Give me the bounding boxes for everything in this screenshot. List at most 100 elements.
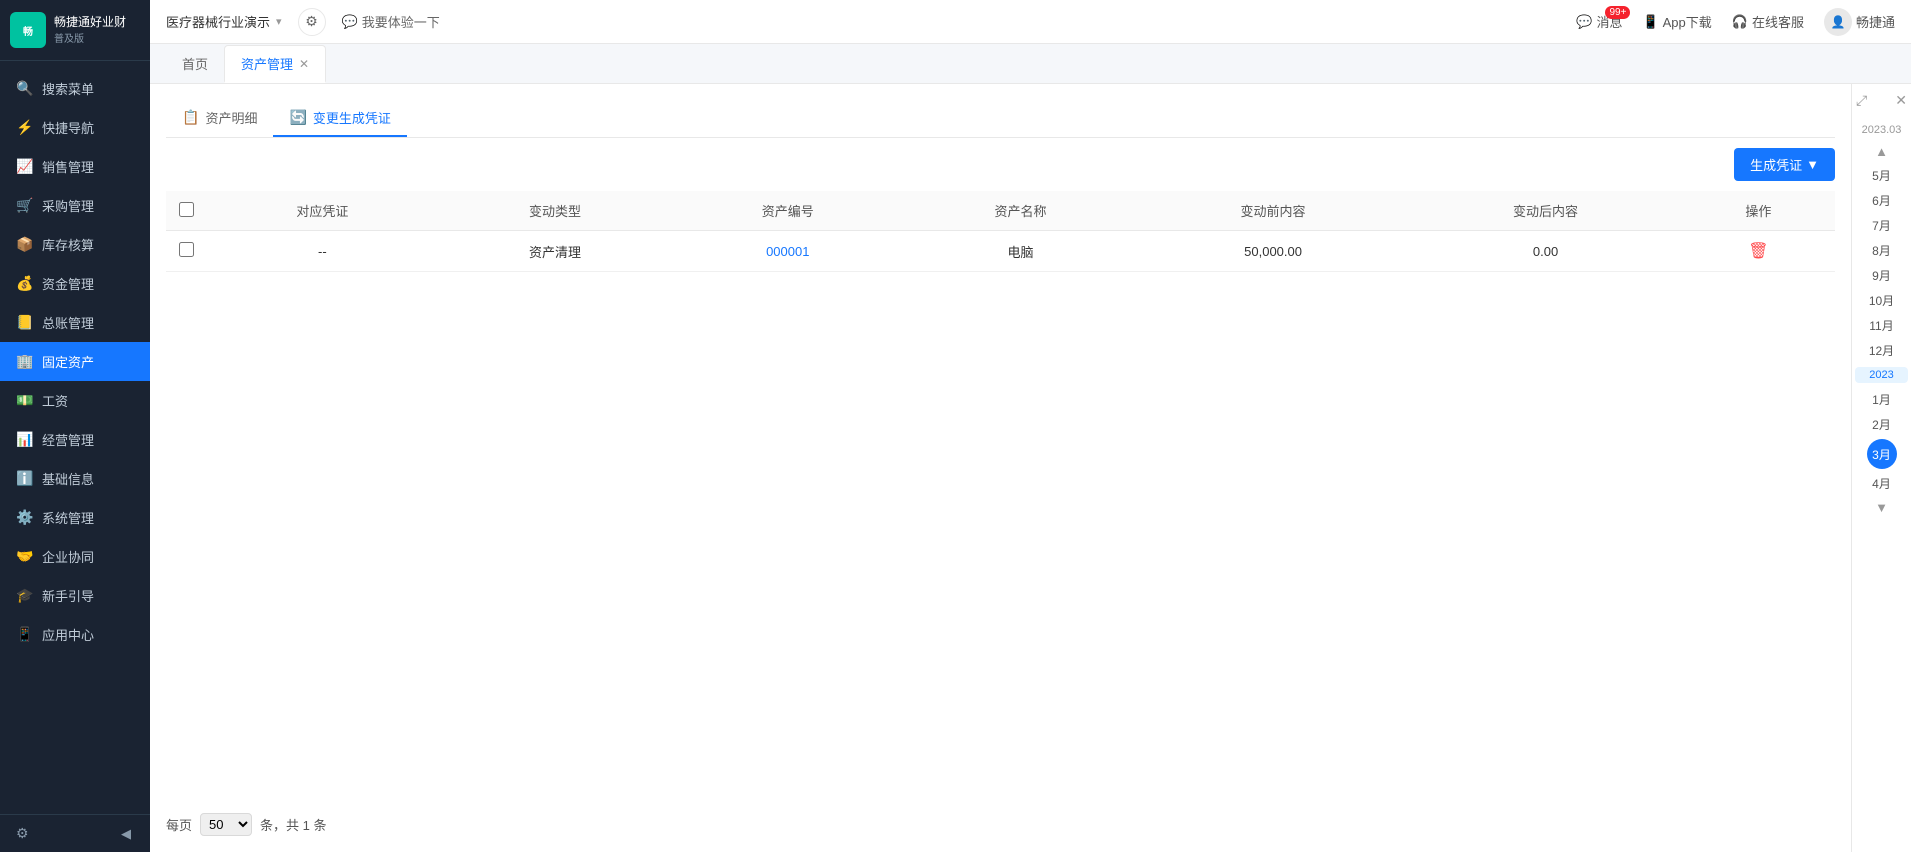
timeline-month-5月[interactable]: 5月 — [1852, 163, 1911, 188]
timeline-month-9月[interactable]: 9月 — [1852, 263, 1911, 288]
sidebar-nav: 🔍 搜索菜单 ⚡ 快捷导航 📈 销售管理 🛒 采购管理 📦 库存核算 💰 资金管… — [0, 61, 150, 814]
timeline-panel: ⤢ ✕ 2023.03▲5月6月7月8月9月10月11月12月20231月2月3… — [1851, 84, 1911, 852]
sidebar-item-purchase[interactable]: 🛒 采购管理 — [0, 186, 150, 225]
basic-info-icon: ℹ️ — [16, 470, 34, 488]
col-header-after-content: 变动后内容 — [1409, 191, 1682, 231]
company-selector[interactable]: 医疗器械行业演示 ▾ — [166, 12, 282, 31]
user-avatar: 👤 — [1824, 8, 1852, 36]
sidebar-item-ledger[interactable]: 📒 总账管理 — [0, 303, 150, 342]
timeline-close-icon[interactable]: ✕ — [1895, 92, 1907, 109]
table-row: -- 资产清理 000001 电脑 50,000.00 0.00 🗑 — [166, 231, 1835, 272]
timeline-expand-icon[interactable]: ⤢ — [1856, 92, 1867, 109]
app-download-label: App下载 — [1663, 12, 1712, 31]
sidebar-label-sales: 销售管理 — [42, 157, 94, 176]
edition: 普及版 — [54, 30, 126, 45]
sidebar-item-operations[interactable]: 📊 经营管理 — [0, 420, 150, 459]
sidebar-item-inventory[interactable]: 📦 库存核算 — [0, 225, 150, 264]
sidebar-item-funds[interactable]: 💰 资金管理 — [0, 264, 150, 303]
customer-service-label: 在线客服 — [1752, 12, 1804, 31]
sidebar-label-enterprise: 企业协同 — [42, 547, 94, 566]
table-toolbar: 生成凭证 ▼ — [166, 138, 1835, 191]
timeline-month-1月[interactable]: 1月 — [1852, 387, 1911, 412]
sidebar-label-payroll: 工资 — [42, 391, 68, 410]
timeline-month-6月[interactable]: 6月 — [1852, 188, 1911, 213]
sub-tab-icon-asset-detail: 📋 — [182, 109, 199, 126]
timeline-scroll-down[interactable]: ▼ — [1871, 496, 1892, 519]
ledger-icon: 📒 — [16, 314, 34, 332]
timeline-month-8月[interactable]: 8月 — [1852, 238, 1911, 263]
timeline-month-12月[interactable]: 12月 — [1852, 338, 1911, 363]
tab-label-asset-management: 资产管理 — [241, 54, 293, 73]
sidebar-item-sales[interactable]: 📈 销售管理 — [0, 147, 150, 186]
sub-tab-icon-change-voucher: 🔄 — [289, 109, 306, 126]
tab-asset-management[interactable]: 资产管理 ✕ — [224, 45, 326, 83]
timeline-month-2月[interactable]: 2月 — [1852, 412, 1911, 437]
sidebar-item-quick-nav[interactable]: ⚡ 快捷导航 — [0, 108, 150, 147]
brand-info: 畅捷通好业财 普及版 — [54, 15, 126, 46]
row-checkbox-0[interactable] — [179, 242, 194, 257]
tab-close-asset-management[interactable]: ✕ — [299, 57, 309, 71]
guide-icon: 🎓 — [16, 587, 34, 605]
generate-voucher-button[interactable]: 生成凭证 ▼ — [1734, 148, 1835, 181]
sidebar-label-system: 系统管理 — [42, 508, 94, 527]
timeline-scroll-up[interactable]: ▲ — [1871, 140, 1892, 163]
app-center-icon: 📱 — [16, 626, 34, 644]
timeline-month-3月[interactable]: 3月 — [1867, 439, 1897, 469]
timeline-month-10月[interactable]: 10月 — [1852, 288, 1911, 313]
feedback-button[interactable]: 💬 我要体验一下 — [342, 12, 440, 31]
sidebar-item-basic-info[interactable]: ℹ️ 基础信息 — [0, 459, 150, 498]
customer-service-button[interactable]: 🎧 在线客服 — [1732, 12, 1804, 31]
sidebar-header: 畅 畅捷通好业财 普及版 — [0, 0, 150, 61]
sidebar-item-enterprise[interactable]: 🤝 企业协同 — [0, 537, 150, 576]
generate-voucher-dropdown-icon: ▼ — [1806, 157, 1819, 172]
app-download-button[interactable]: 📱 App下载 — [1642, 12, 1711, 31]
sidebar-label-funds: 资金管理 — [42, 274, 94, 293]
message-button[interactable]: 💬 消息 99+ — [1576, 12, 1622, 31]
table-header-row: 对应凭证变动类型资产编号资产名称变动前内容变动后内容操作 — [166, 191, 1835, 231]
operations-icon: 📊 — [16, 431, 34, 449]
fixed-assets-icon: 🏢 — [16, 353, 34, 371]
timeline-month-7月[interactable]: 7月 — [1852, 213, 1911, 238]
timeline-month-11月[interactable]: 11月 — [1852, 313, 1911, 338]
header-settings-button[interactable]: ⚙ — [298, 8, 326, 36]
sub-tab-label-asset-detail: 资产明细 — [205, 108, 257, 127]
col-header-before-content: 变动前内容 — [1137, 191, 1410, 231]
system-icon: ⚙️ — [16, 509, 34, 527]
sidebar-item-fixed-assets[interactable]: 🏢 固定资产 — [0, 342, 150, 381]
sub-tab-change-voucher[interactable]: 🔄 变更生成凭证 — [273, 100, 406, 137]
sidebar-label-fixed-assets: 固定资产 — [42, 352, 94, 371]
select-all-checkbox[interactable] — [179, 202, 194, 217]
inventory-icon: 📦 — [16, 236, 34, 254]
sidebar-label-app-center: 应用中心 — [42, 625, 94, 644]
sidebar-item-payroll[interactable]: 💵 工资 — [0, 381, 150, 420]
row-asset-name-0: 电脑 — [904, 231, 1137, 272]
app-download-icon: 📱 — [1642, 14, 1658, 30]
sidebar: 畅 畅捷通好业财 普及版 🔍 搜索菜单 ⚡ 快捷导航 📈 销售管理 🛒 采购管理… — [0, 0, 150, 852]
timeline-month-4月[interactable]: 4月 — [1852, 471, 1911, 496]
page-size-select[interactable]: 102050100 — [200, 813, 252, 836]
sidebar-logo: 畅 — [10, 12, 46, 48]
settings-icon[interactable]: ⚙ — [16, 825, 29, 842]
row-operation-0: 🗑 — [1682, 231, 1835, 272]
sidebar-item-system[interactable]: ⚙️ 系统管理 — [0, 498, 150, 537]
sidebar-label-purchase: 采购管理 — [42, 196, 94, 215]
sidebar-footer: ⚙ ◀ — [0, 814, 150, 852]
scroll-icon[interactable]: ◀ — [118, 826, 134, 842]
user-menu[interactable]: 👤 畅捷通 — [1824, 8, 1895, 36]
sidebar-item-guide[interactable]: 🎓 新手引导 — [0, 576, 150, 615]
generate-voucher-label: 生成凭证 — [1750, 155, 1802, 174]
sidebar-item-search[interactable]: 🔍 搜索菜单 — [0, 69, 150, 108]
enterprise-icon: 🤝 — [16, 548, 34, 566]
sidebar-label-search: 搜索菜单 — [42, 79, 94, 98]
sidebar-item-app-center[interactable]: 📱 应用中心 — [0, 615, 150, 654]
main-area: 医疗器械行业演示 ▾ ⚙ 💬 我要体验一下 💬 消息 99+ 📱 App下载 🎧… — [150, 0, 1911, 852]
tab-home[interactable]: 首页 — [166, 46, 224, 83]
purchase-icon: 🛒 — [16, 197, 34, 215]
company-chevron-icon: ▾ — [276, 15, 282, 28]
feedback-icon: 💬 — [342, 14, 358, 30]
delete-row-button-0[interactable]: 🗑 — [1748, 243, 1768, 260]
message-badge: 99+ — [1605, 6, 1630, 19]
tab-label-home: 首页 — [182, 57, 208, 72]
sub-tab-asset-detail[interactable]: 📋 资产明细 — [166, 100, 273, 137]
col-header-asset-code: 资产编号 — [671, 191, 904, 231]
